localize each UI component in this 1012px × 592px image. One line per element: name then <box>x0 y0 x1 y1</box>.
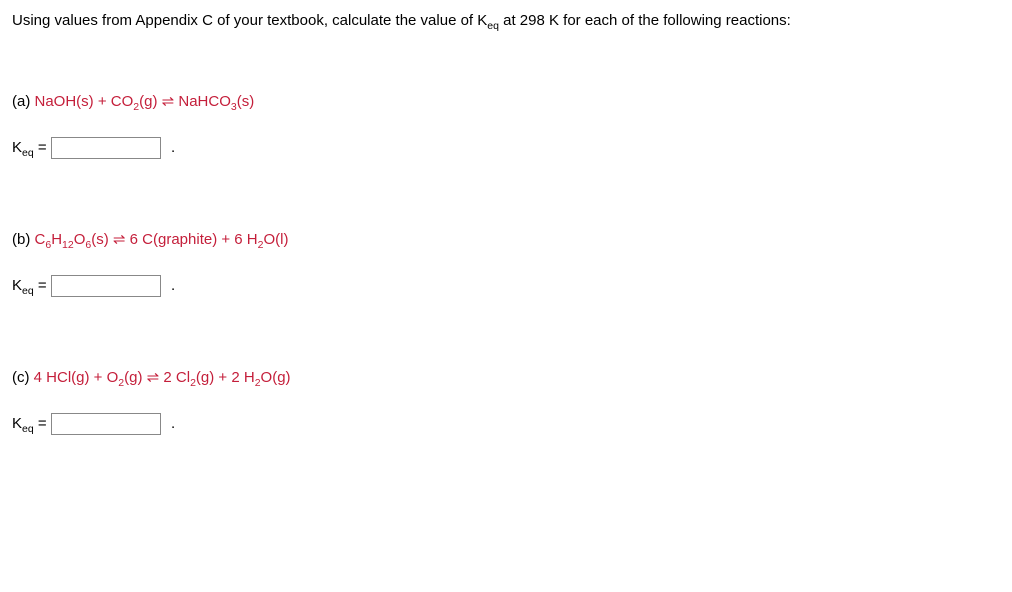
part-c-label: (c) <box>12 369 34 386</box>
equation-b: (b) C6H12O6(s) ⇌ 6 C(graphite) + 6 H2O(l… <box>12 229 1000 250</box>
keq-row-c: Keq = . <box>12 413 1000 435</box>
part-b: (b) C6H12O6(s) ⇌ 6 C(graphite) + 6 H2O(l… <box>12 229 1000 297</box>
equation-a: (a) NaOH(s) + CO2(g) ⇌ NaHCO3(s) <box>12 91 1000 112</box>
instructions-pre: Using values from Appendix C of your tex… <box>12 12 487 29</box>
part-a-lhs: NaOH(s) + CO2(g) <box>35 93 158 110</box>
period: . <box>171 277 175 294</box>
part-c-lhs: 4 HCl(g) + O2(g) <box>34 369 143 386</box>
equilibrium-arrows-icon: ⇌ <box>147 369 160 386</box>
equilibrium-arrows-icon: ⇌ <box>113 231 126 248</box>
keq-input-b[interactable] <box>51 275 161 297</box>
keq-row-a: Keq = . <box>12 137 1000 159</box>
keq-label: Keq = <box>12 415 51 432</box>
instructions-sub: eq <box>487 20 499 32</box>
part-c: (c) 4 HCl(g) + O2(g) ⇌ 2 Cl2(g) + 2 H2O(… <box>12 367 1000 435</box>
keq-label: Keq = <box>12 139 51 156</box>
part-a: (a) NaOH(s) + CO2(g) ⇌ NaHCO3(s) Keq = . <box>12 91 1000 159</box>
equation-c: (c) 4 HCl(g) + O2(g) ⇌ 2 Cl2(g) + 2 H2O(… <box>12 367 1000 388</box>
keq-label: Keq = <box>12 277 51 294</box>
part-b-rhs: 6 C(graphite) + 6 H2O(l) <box>130 231 289 248</box>
keq-row-b: Keq = . <box>12 275 1000 297</box>
part-a-label: (a) <box>12 93 35 110</box>
part-b-label: (b) <box>12 231 35 248</box>
part-b-lhs: C6H12O6(s) <box>35 231 109 248</box>
period: . <box>171 139 175 156</box>
keq-input-a[interactable] <box>51 137 161 159</box>
part-c-rhs: 2 Cl2(g) + 2 H2O(g) <box>163 369 290 386</box>
equilibrium-arrows-icon: ⇌ <box>162 93 175 110</box>
part-a-rhs: NaHCO3(s) <box>178 93 254 110</box>
keq-input-c[interactable] <box>51 413 161 435</box>
instructions-post: at 298 K for each of the following react… <box>499 12 791 29</box>
period: . <box>171 415 175 432</box>
instructions: Using values from Appendix C of your tex… <box>12 10 1000 31</box>
